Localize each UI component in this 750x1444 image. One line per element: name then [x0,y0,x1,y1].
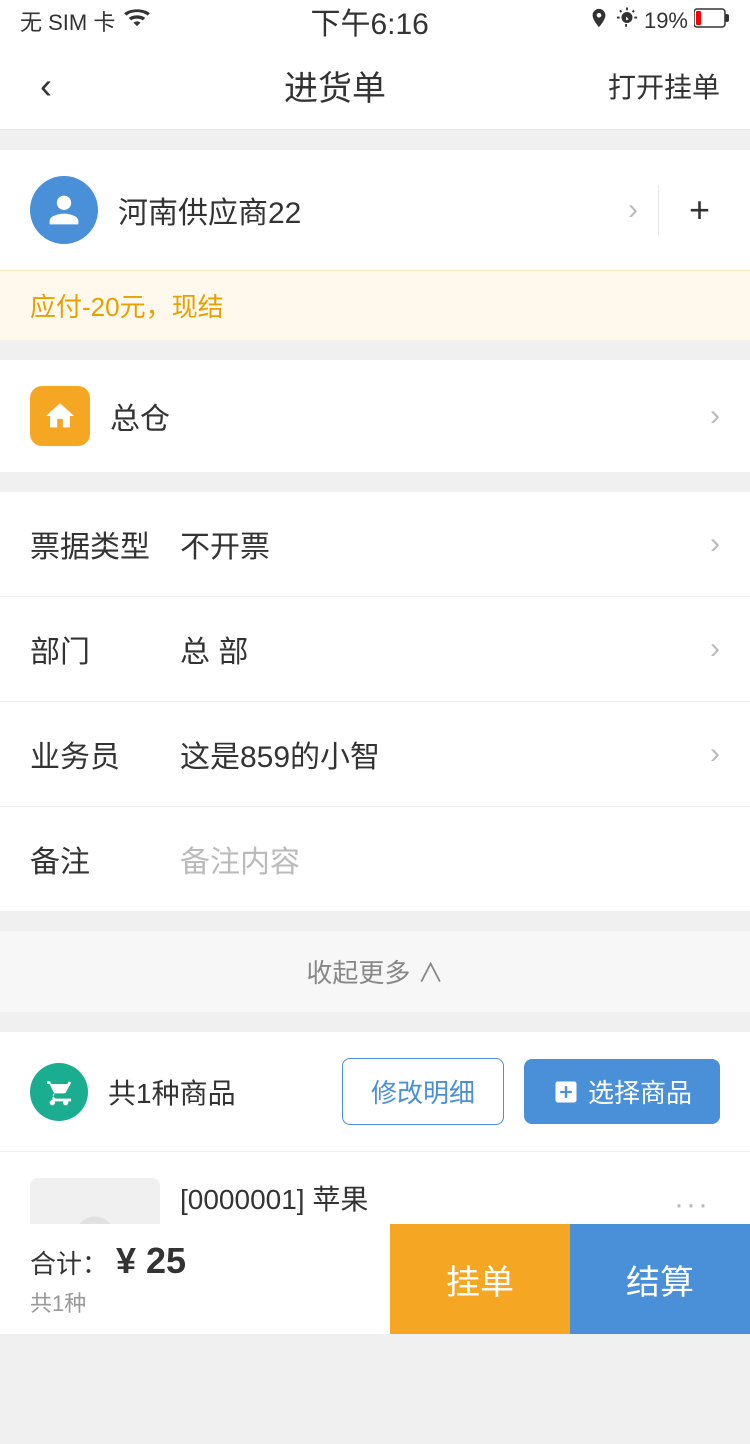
status-left: 无 SIM 卡 [20,5,151,37]
checkout-button[interactable]: 结算 [570,1224,750,1334]
status-bar: 无 SIM 卡 下午6:16 19% [0,0,750,42]
total-row: 合计： ¥ 25 [30,1240,360,1282]
product-section-icon [30,1063,88,1121]
salesperson-value: 这是859的小智 [160,732,710,776]
collapse-label: 收起更多 ∧ [306,958,443,988]
salesperson-chevron-icon: › [710,737,720,771]
warehouse-icon [30,386,90,446]
dept-label: 部门 [30,627,160,671]
hang-button[interactable]: 挂单 [390,1224,570,1334]
dept-row[interactable]: 部门 总 部 › [0,597,750,702]
salesperson-row[interactable]: 业务员 这是859的小智 › [0,702,750,807]
remark-label: 备注 [30,837,160,881]
invoice-type-label: 票据类型 [30,522,160,566]
remark-placeholder: 备注内容 [160,837,720,881]
supplier-name: 河南供应商22 [118,188,628,232]
dept-value: 总 部 [160,627,710,671]
wifi-icon [123,7,151,35]
remark-row[interactable]: 备注 备注内容 [0,807,750,911]
location-icon [588,7,610,35]
add-supplier-button[interactable]: + [679,179,720,241]
warehouse-chevron-icon: › [710,399,720,433]
page-title: 进货单 [284,61,386,110]
salesperson-label: 业务员 [30,732,160,776]
battery-icon [694,8,730,34]
nav-bar: ‹ 进货单 打开挂单 [0,42,750,130]
bottom-total: 合计： ¥ 25 共1种 [0,1240,390,1318]
supplier-notice: 应付-20元，现结 [0,270,750,340]
invoice-type-row[interactable]: 票据类型 不开票 › [0,492,750,597]
dept-chevron-icon: › [710,632,720,666]
warehouse-section: 总仓 › [0,360,750,472]
supplier-row[interactable]: 河南供应商22 › + [0,150,750,270]
open-pending-button[interactable]: 打开挂单 [608,66,720,106]
invoice-type-chevron-icon: › [710,527,720,561]
product-count: 共1种商品 [108,1072,342,1112]
product-name: [0000001] 苹果 [180,1178,664,1218]
product-code: [0000001] [180,1184,312,1215]
total-sub: 共1种 [30,1286,360,1318]
alarm-icon [616,7,638,35]
back-button[interactable]: ‹ [30,55,62,117]
product-title: 苹果 [312,1184,368,1215]
status-time: 下午6:16 [310,0,428,43]
collapse-bar[interactable]: 收起更多 ∧ [0,931,750,1012]
warehouse-name: 总仓 [110,394,710,438]
supplier-chevron-icon: › [628,193,638,227]
status-right: 19% [588,7,730,35]
edit-detail-button[interactable]: 修改明细 [342,1058,504,1125]
invoice-type-value: 不开票 [160,522,710,566]
warehouse-row[interactable]: 总仓 › [0,360,750,472]
product-header: 共1种商品 修改明细 选择商品 [0,1032,750,1152]
select-product-label: 选择商品 [588,1073,692,1110]
select-product-button[interactable]: 选择商品 [524,1059,720,1124]
total-label: 合计： [30,1244,108,1281]
supplier-avatar [30,176,98,244]
supplier-divider [658,185,659,235]
total-amount: ¥ 25 [116,1240,186,1282]
sim-label: 无 SIM 卡 [20,5,115,37]
form-section: 票据类型 不开票 › 部门 总 部 › 业务员 这是859的小智 › 备注 备注… [0,492,750,911]
battery-label: 19% [644,8,688,34]
supplier-section: 河南供应商22 › + 应付-20元，现结 [0,150,750,340]
bottom-bar: 合计： ¥ 25 共1种 挂单 结算 [0,1224,750,1334]
